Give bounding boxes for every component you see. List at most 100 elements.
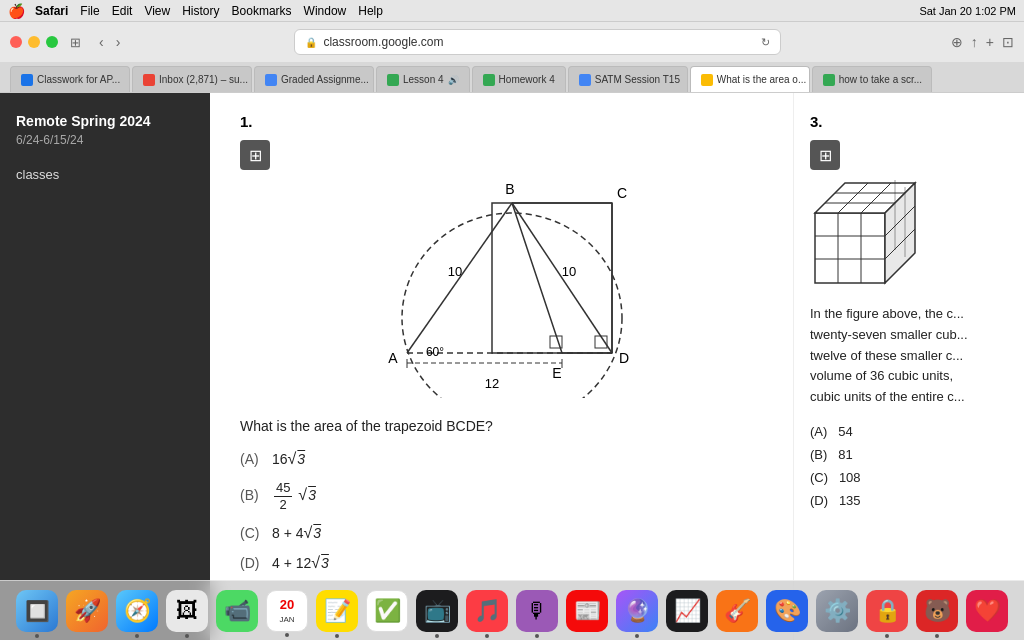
- choice-c-label: (C): [240, 525, 264, 541]
- minimize-button[interactable]: [28, 36, 40, 48]
- q1-calculator-icon[interactable]: ⊞: [240, 140, 270, 170]
- sidebar-classes[interactable]: classes: [16, 167, 194, 182]
- dock-pixelmator[interactable]: 🎨: [766, 590, 808, 632]
- back-button[interactable]: ‹: [95, 32, 108, 52]
- q3-answers: (A) 54 (B) 81 (C) 108 (D) 135: [810, 424, 1008, 508]
- svg-text:10: 10: [447, 264, 461, 279]
- menu-file[interactable]: File: [80, 4, 99, 18]
- howto-favicon: [823, 74, 835, 86]
- dock-facetime[interactable]: 📹: [216, 590, 258, 632]
- q3-choice-d-label: (D): [810, 493, 828, 508]
- tab-classwork[interactable]: Classwork for AP...: [10, 66, 130, 92]
- q3-choice-d[interactable]: (D) 135: [810, 493, 1008, 508]
- q3-choice-c[interactable]: (C) 108: [810, 470, 1008, 485]
- menu-safari[interactable]: Safari: [35, 4, 68, 18]
- svg-text:60°: 60°: [425, 345, 443, 359]
- menu-history[interactable]: History: [182, 4, 219, 18]
- q1-choice-c[interactable]: (C) 8 + 4√3: [240, 524, 763, 542]
- q1-choice-a[interactable]: (A) 16√3: [240, 450, 763, 468]
- q3-choice-c-label: (C): [810, 470, 828, 485]
- q3-calculator-icon[interactable]: ⊞: [810, 140, 840, 170]
- svg-text:B: B: [505, 181, 514, 197]
- dock-finder[interactable]: 🔲: [16, 590, 58, 632]
- sidebar-title: Remote Spring 2024: [16, 113, 194, 129]
- q1-choice-b[interactable]: (B) 45 2 √3: [240, 480, 763, 512]
- dock-lastfm[interactable]: ❤️: [966, 590, 1008, 632]
- sidebar-toggle[interactable]: ⊞: [70, 35, 81, 50]
- dock-news[interactable]: 📰: [566, 590, 608, 632]
- svg-text:E: E: [552, 365, 561, 381]
- tab-lesson[interactable]: Lesson 4 🔊: [376, 66, 470, 92]
- tab-homework[interactable]: Homework 4: [472, 66, 566, 92]
- address-bar-wrap: 🔒 classroom.google.com ↻: [132, 29, 942, 55]
- sidebar: Remote Spring 2024 6/24-6/15/24 classes: [0, 93, 210, 640]
- apple-menu[interactable]: 🍎: [8, 3, 25, 19]
- dock-photos[interactable]: 🖼: [166, 590, 208, 632]
- menu-right: Sat Jan 20 1:02 PM: [919, 5, 1016, 17]
- q3-choice-b-label: (B): [810, 447, 827, 462]
- dock-garageband[interactable]: 🎸: [716, 590, 758, 632]
- q3-choice-a-label: (A): [810, 424, 827, 439]
- dock-preferences[interactable]: ⚙️: [816, 590, 858, 632]
- main-content: Remote Spring 2024 6/24-6/15/24 classes …: [0, 93, 1024, 640]
- tab-audio-icon[interactable]: 🔊: [448, 75, 459, 85]
- close-button[interactable]: [10, 36, 22, 48]
- url-text: classroom.google.com: [323, 35, 443, 49]
- dock-security[interactable]: 🔒: [866, 590, 908, 632]
- maximize-button[interactable]: [46, 36, 58, 48]
- q1-figure: B C A D E 10 10 60° 12: [240, 178, 763, 398]
- whatarea-favicon: [701, 74, 713, 86]
- menu-view[interactable]: View: [144, 4, 170, 18]
- menu-clock: Sat Jan 20 1:02 PM: [919, 5, 1016, 17]
- dock-podcasts[interactable]: 🎙: [516, 590, 558, 632]
- nav-right-controls: ⊕ ↑ + ⊡: [951, 34, 1014, 50]
- menu-bookmarks[interactable]: Bookmarks: [232, 4, 292, 18]
- choice-a-value: 16√3: [272, 450, 305, 468]
- tab-classwork-label: Classwork for AP...: [37, 74, 120, 85]
- tab-graded[interactable]: Graded Assignme...: [254, 66, 374, 92]
- menu-help[interactable]: Help: [358, 4, 383, 18]
- svg-rect-23: [815, 213, 885, 283]
- tab-inbox-label: Inbox (2,871) – su...: [159, 74, 248, 85]
- menu-window[interactable]: Window: [304, 4, 347, 18]
- forward-button[interactable]: ›: [112, 32, 125, 52]
- q3-choice-a[interactable]: (A) 54: [810, 424, 1008, 439]
- menu-edit[interactable]: Edit: [112, 4, 133, 18]
- choice-b-label: (B): [240, 487, 264, 503]
- share-icon[interactable]: ⊕: [951, 34, 963, 50]
- lock-icon: 🔒: [305, 37, 317, 48]
- choice-a-label: (A): [240, 451, 264, 467]
- reload-icon[interactable]: ↻: [761, 36, 770, 49]
- address-bar[interactable]: 🔒 classroom.google.com ↻: [294, 29, 780, 55]
- tab-whatarea[interactable]: What is the area o...: [690, 66, 810, 92]
- dock-notes[interactable]: 📝: [316, 590, 358, 632]
- dock-appletv[interactable]: 📺: [416, 590, 458, 632]
- dock-launchpad[interactable]: 🚀: [66, 590, 108, 632]
- question3-panel: 3. ⊞: [794, 93, 1024, 640]
- tab-graded-label: Graded Assignme...: [281, 74, 369, 85]
- dock-siri[interactable]: 🔮: [616, 590, 658, 632]
- dock-calendar[interactable]: 20JAN: [266, 590, 308, 632]
- tabs-bar: Classwork for AP... Inbox (2,871) – su..…: [0, 62, 1024, 92]
- q3-figure: [810, 178, 1008, 292]
- inbox-favicon: [143, 74, 155, 86]
- dock-music[interactable]: 🎵: [466, 590, 508, 632]
- q3-choice-b[interactable]: (B) 81: [810, 447, 1008, 462]
- q1-choice-d[interactable]: (D) 4 + 12√3: [240, 554, 763, 572]
- new-tab-icon[interactable]: +: [986, 34, 994, 50]
- tab-whatarea-label: What is the area o...: [717, 74, 807, 85]
- dock-safari[interactable]: 🧭: [116, 590, 158, 632]
- tab-satm[interactable]: SATM Session T15: [568, 66, 688, 92]
- dock-reminders[interactable]: ✅: [366, 590, 408, 632]
- dock-stocks[interactable]: 📈: [666, 590, 708, 632]
- cube-figure: [810, 178, 920, 288]
- dock-bear[interactable]: 🐻: [916, 590, 958, 632]
- tab-howto[interactable]: how to take a scr...: [812, 66, 932, 92]
- tab-inbox[interactable]: Inbox (2,871) – su...: [132, 66, 252, 92]
- trapezoid-figure: B C A D E 10 10 60° 12: [347, 178, 657, 398]
- share-box-icon[interactable]: ↑: [971, 34, 978, 50]
- satm-favicon: [579, 74, 591, 86]
- sidebar-icon[interactable]: ⊡: [1002, 34, 1014, 50]
- svg-rect-1: [492, 203, 612, 353]
- browser-chrome: ⊞ ‹ › 🔒 classroom.google.com ↻ ⊕ ↑ + ⊡ C…: [0, 22, 1024, 93]
